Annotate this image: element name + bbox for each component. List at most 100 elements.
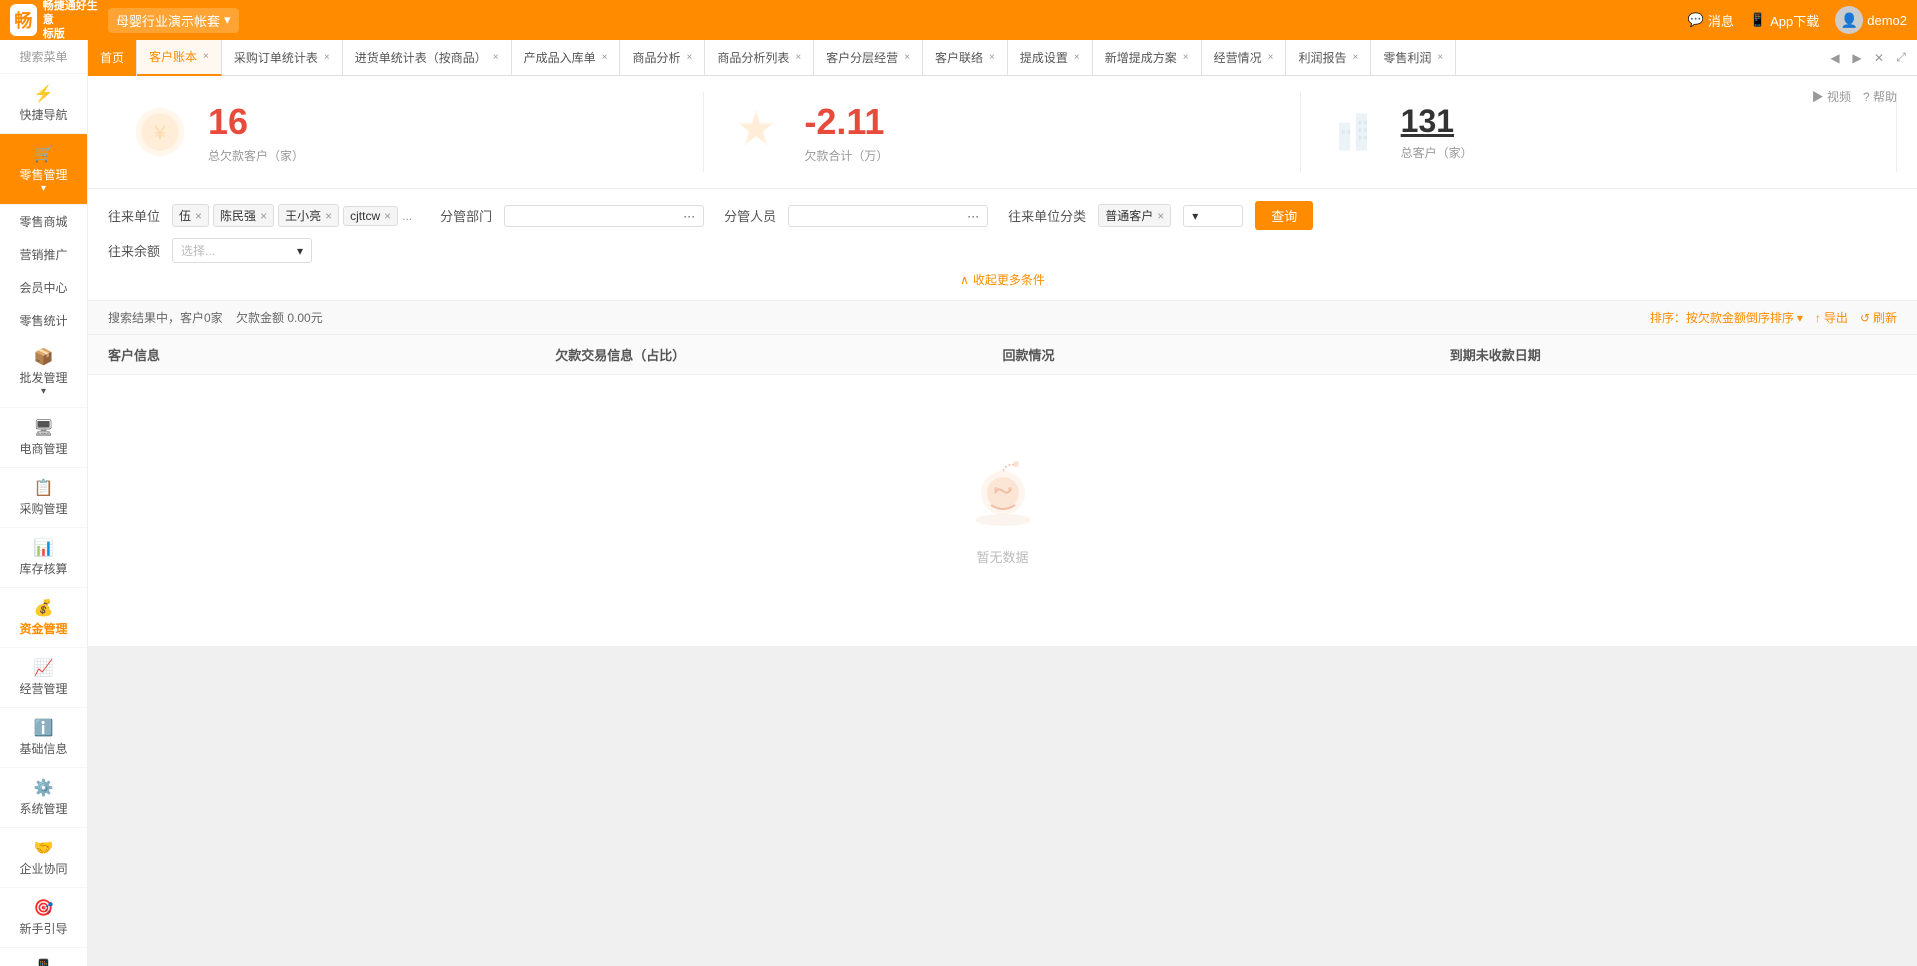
tab-customer-contact[interactable]: 客户联络 × <box>923 40 1008 76</box>
export-icon: ↑ <box>1815 311 1821 325</box>
tab-customer-ledger[interactable]: 客户账本 × <box>137 40 222 76</box>
remove-unit-chen[interactable]: × <box>260 209 267 223</box>
tab-product-inbound[interactable]: 产成品入库单 × <box>512 40 621 76</box>
tab-commission-settings[interactable]: 提成设置 × <box>1008 40 1093 76</box>
play-icon: ▶ <box>1812 90 1827 104</box>
stat-number-total-customers[interactable]: 131 <box>1401 103 1473 140</box>
tab-new-commission[interactable]: 新增提成方案 × <box>1093 40 1202 76</box>
remove-category-normal[interactable]: × <box>1157 209 1164 223</box>
tab-purchase-order[interactable]: 采购订单统计表 × <box>222 40 343 76</box>
badge-icon <box>724 100 788 164</box>
remove-unit-cjttcw[interactable]: × <box>384 209 391 223</box>
sidebar-item-ecommerce[interactable]: 🖥 电商管理 <box>0 408 87 468</box>
person-filter-select[interactable]: ··· <box>788 205 988 227</box>
unit-more[interactable]: ... <box>402 209 412 223</box>
sidebar-item-retail-mall[interactable]: 零售商城 <box>0 205 87 238</box>
dept-filter-select[interactable]: ··· <box>504 205 704 227</box>
question-icon: ? <box>1863 90 1873 104</box>
logo-area: 畅 畅捷通好生意 标版 <box>10 0 98 41</box>
tab-close-profit[interactable]: × <box>1352 52 1358 63</box>
tab-retail-profit[interactable]: 零售利润 × <box>1371 40 1456 76</box>
tab-home[interactable]: 首页 <box>88 40 137 76</box>
tab-next-btn[interactable]: ▶ <box>1847 48 1867 68</box>
more-icon: ··· <box>683 209 695 223</box>
amount-filter-select[interactable]: 选择... ▾ <box>172 238 312 263</box>
tab-close-product-inbound[interactable]: × <box>602 52 608 63</box>
help-link[interactable]: ? 帮助 <box>1863 88 1897 105</box>
tab-close-operations[interactable]: × <box>1268 52 1274 63</box>
remove-unit-wu[interactable]: × <box>195 209 202 223</box>
table-container: 客户信息 欠款交易信息（占比） 回款情况 到期未收款日期 <box>88 335 1917 646</box>
sidebar-item-quick-nav[interactable]: ⚡ 快捷导航 <box>0 74 87 134</box>
sidebar-item-operations[interactable]: 📈 经营管理 <box>0 648 87 708</box>
tab-goods-analysis[interactable]: 商品分析 × <box>620 40 705 76</box>
tab-expand-btn[interactable]: ⤢ <box>1891 48 1911 68</box>
company-select[interactable]: 母婴行业演示帐套 ▾ <box>108 8 239 33</box>
tab-close-retail-profit[interactable]: × <box>1437 52 1443 63</box>
sidebar-item-member-center[interactable]: 会员中心 <box>0 271 87 304</box>
collapse-btn[interactable]: ∧ 收起更多条件 <box>108 271 1897 288</box>
sidebar-item-basic-info[interactable]: ℹ️ 基础信息 <box>0 708 87 768</box>
message-btn[interactable]: 💬 消息 <box>1688 11 1734 30</box>
tab-close-commission[interactable]: × <box>1074 52 1080 63</box>
stat-label-total-customers: 总客户（家） <box>1401 144 1473 161</box>
category-tag-normal: 普通客户 × <box>1098 204 1171 227</box>
remove-unit-wang[interactable]: × <box>325 209 332 223</box>
tab-goods-analysis-list[interactable]: 商品分析列表 × <box>705 40 814 76</box>
tab-close-goods-analysis-list[interactable]: × <box>795 52 801 63</box>
sidebar-item-finance[interactable]: 💰 资金管理 <box>0 588 87 648</box>
tab-close-customer-ledger[interactable]: × <box>203 51 209 62</box>
sidebar-item-retail-stats[interactable]: 零售统计 <box>0 304 87 337</box>
filter-row-1: 往来单位 伍 × 陈民强 × 王小亮 <box>108 201 1897 230</box>
sort-icon: ▾ <box>1797 311 1803 325</box>
search-result-text: 搜索结果中，客户0家 欠款金额 0.00元 <box>108 309 323 326</box>
logo-icon: 畅 <box>10 4 37 36</box>
logo-text: 畅捷通好生意 标版 <box>43 0 98 41</box>
sidebar-item-marketing[interactable]: 营销推广 <box>0 238 87 271</box>
coin-icon: ¥ <box>128 100 192 164</box>
tab-operations[interactable]: 经营情况 × <box>1202 40 1287 76</box>
tab-profit-report[interactable]: 利润报告 × <box>1286 40 1371 76</box>
app-download-btn[interactable]: 📱 App下载 <box>1750 11 1819 30</box>
sidebar-item-newbie[interactable]: 🎯 新手引导 <box>0 888 87 948</box>
user-menu[interactable]: 👤 demo2 <box>1835 6 1907 34</box>
sidebar-item-wholesale[interactable]: 📦 批发管理 ▾ <box>0 337 87 408</box>
chevron-down-icon: ▾ <box>224 12 231 28</box>
content-area: 搜索菜单 ⚡ 快捷导航 🛒 零售管理 ▾ 零售商城 营销推广 会员中心 零售统计… <box>0 40 1917 966</box>
video-link[interactable]: ▶ 视频 <box>1812 88 1851 105</box>
sidebar-item-retail-mgmt[interactable]: 🛒 零售管理 ▾ <box>0 134 87 205</box>
sidebar-item-purchase[interactable]: 📋 采购管理 <box>0 468 87 528</box>
unit-tag-wang: 王小亮 × <box>278 204 339 227</box>
sidebar-item-search[interactable]: 搜索菜单 <box>0 40 87 74</box>
tab-customer-tier[interactable]: 客户分层经营 × <box>814 40 923 76</box>
query-button[interactable]: 查询 <box>1255 201 1313 230</box>
sidebar-item-app-center[interactable]: 📱 应用中心 <box>0 948 87 966</box>
tab-close-inbound[interactable]: × <box>493 52 499 63</box>
refresh-btn[interactable]: ↺ 刷新 <box>1860 309 1897 326</box>
tab-close-customer-contact[interactable]: × <box>989 52 995 63</box>
chevron-down-category: ▾ <box>1192 209 1198 223</box>
top-right-actions: 💬 消息 📱 App下载 👤 demo2 <box>1688 6 1907 34</box>
tab-close-all-btn[interactable]: ✕ <box>1869 48 1889 68</box>
help-links: ▶ 视频 ? 帮助 <box>1812 88 1897 105</box>
sort-label[interactable]: 排序：按欠款金额倒序排序 ▾ <box>1650 309 1803 326</box>
export-btn[interactable]: ↑ 导出 <box>1815 309 1848 326</box>
tab-inbound-stats[interactable]: 进货单统计表（按商品） × <box>343 40 512 76</box>
tab-close-new-commission[interactable]: × <box>1183 52 1189 63</box>
unit-tag-cjttcw: cjttcw × <box>343 206 398 226</box>
tab-close-goods-analysis[interactable]: × <box>686 52 692 63</box>
col-header-debt: 欠款交易信息（占比） <box>555 345 1002 364</box>
unit-filter-label: 往来单位 <box>108 206 160 225</box>
chevron-icon: ▾ <box>6 183 81 194</box>
sidebar-item-cooperation[interactable]: 🤝 企业协同 <box>0 828 87 888</box>
tab-prev-btn[interactable]: ◀ <box>1825 48 1845 68</box>
sidebar-item-system[interactable]: ⚙️ 系统管理 <box>0 768 87 828</box>
category-filter-dropdown[interactable]: ▾ <box>1183 205 1243 227</box>
top-bar: 畅 畅捷通好生意 标版 母婴行业演示帐套 ▾ 💬 消息 📱 App下载 👤 <box>0 0 1917 40</box>
sidebar-item-inventory[interactable]: 📊 库存核算 <box>0 528 87 588</box>
tab-nav-buttons: ◀ ▶ ✕ ⤢ <box>1819 48 1917 68</box>
tab-close-customer-tier[interactable]: × <box>904 52 910 63</box>
col-header-date: 到期未收款日期 <box>1450 345 1897 364</box>
tab-close-purchase-order[interactable]: × <box>324 52 330 63</box>
building-icon <box>1321 100 1385 164</box>
